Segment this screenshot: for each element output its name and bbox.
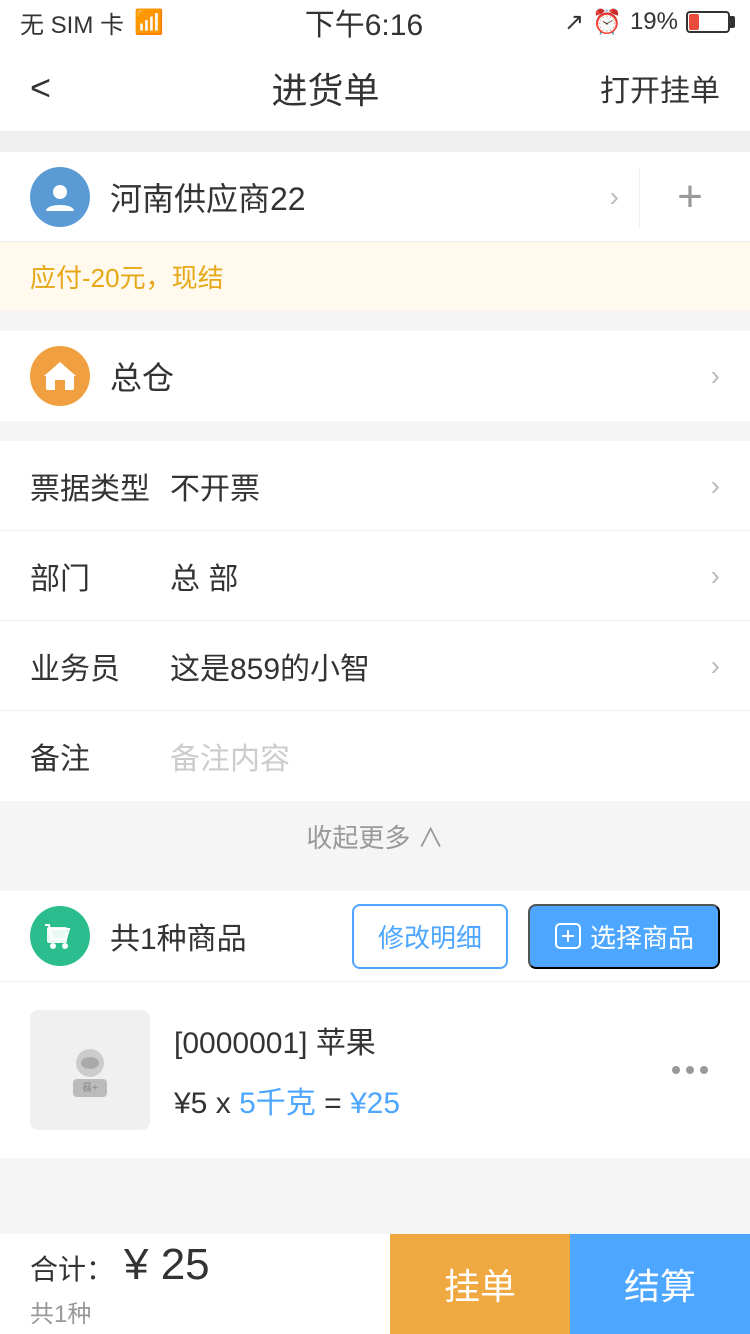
status-right: ↗ ⏰ 19% (564, 8, 730, 37)
total-label-row: 合计： ¥ 25 (30, 1240, 360, 1290)
open-hang-button[interactable]: 打开挂单 (600, 66, 720, 110)
remark-row[interactable]: 备注 备注内容 (0, 711, 750, 801)
invoice-type-row[interactable]: 票据类型 不开票 › (0, 441, 750, 531)
nav-bar: < 进货单 打开挂单 (0, 44, 750, 132)
total-text: 合计： (30, 1248, 114, 1288)
quantity: 5千克 (239, 1087, 316, 1120)
status-bar: 无 SIM 卡 📶 下午6:16 ↗ ⏰ 19% (0, 0, 750, 44)
invoice-label: 票据类型 (30, 464, 170, 508)
dot-1 (672, 1066, 680, 1074)
product-header: 共1种商品 修改明细 选择商品 (0, 891, 750, 981)
person-icon (42, 179, 78, 215)
select-product-icon (554, 922, 582, 950)
chevron-right-icon: › (610, 181, 619, 213)
section-gap-1 (0, 132, 750, 152)
battery-percent: 19% (630, 8, 678, 36)
warehouse-chevron-icon: › (711, 360, 720, 392)
select-product-label: 选择商品 (590, 918, 694, 955)
status-left: 无 SIM 卡 📶 (20, 5, 164, 40)
dept-value: 总 部 (170, 554, 711, 598)
multiply-sign: x (216, 1087, 239, 1120)
remark-label: 备注 (30, 734, 170, 778)
edit-detail-button[interactable]: 修改明细 (352, 904, 508, 969)
collapse-label: 收起更多 ∧ (306, 818, 443, 855)
dept-chevron-icon: › (711, 560, 720, 592)
checkout-button[interactable]: 结算 (570, 1234, 750, 1334)
carrier-text: 无 SIM 卡 (20, 5, 124, 40)
add-supplier-button[interactable]: + (660, 167, 720, 227)
equals-sign: = (324, 1087, 350, 1120)
staff-row[interactable]: 业务员 这是859的小智 › (0, 621, 750, 711)
location-icon: ↗ (564, 8, 584, 37)
product-info: [0000001] 苹果 ¥5 x 5千克 = ¥25 (174, 1018, 636, 1122)
item-total: ¥25 (350, 1087, 400, 1120)
remark-input[interactable]: 备注内容 (170, 734, 720, 778)
form-section: 票据类型 不开票 › 部门 总 部 › 业务员 这是859的小智 › 备注 备注… (0, 441, 750, 801)
product-count-label: 共1种商品 (110, 914, 332, 958)
invoice-value: 不开票 (170, 464, 711, 508)
bottom-bar: 合计： ¥ 25 共1种 挂单 结算 (0, 1234, 750, 1334)
hang-button[interactable]: 挂单 (390, 1234, 570, 1334)
time-display: 下午6:16 (305, 0, 423, 44)
warehouse-row[interactable]: 总仓 › (0, 331, 750, 421)
battery-icon (686, 11, 730, 33)
unit-price: ¥5 (174, 1087, 207, 1120)
invoice-chevron-icon: › (711, 470, 720, 502)
product-more-button[interactable] (660, 1050, 720, 1090)
dot-2 (686, 1066, 694, 1074)
supplier-divider (639, 167, 640, 227)
supplier-avatar (30, 167, 90, 227)
balance-note: 应付-20元，现结 (0, 242, 750, 311)
supplier-name: 河南供应商22 (110, 174, 610, 220)
svg-text:晷+: 晷+ (82, 1082, 98, 1094)
product-image-placeholder: 晷+ (55, 1035, 125, 1105)
total-section: 合计： ¥ 25 共1种 (0, 1234, 390, 1334)
staff-value: 这是859的小智 (170, 644, 711, 688)
dept-label: 部门 (30, 554, 170, 598)
alarm-icon: ⏰ (592, 8, 622, 37)
supplier-row[interactable]: 河南供应商22 › + (0, 152, 750, 242)
page-title: 进货单 (272, 62, 380, 114)
select-product-button[interactable]: 选择商品 (528, 904, 720, 969)
total-sub-label: 共1种 (30, 1294, 360, 1329)
product-thumbnail: 晷+ (30, 1010, 150, 1130)
cart-icon-wrap (30, 906, 90, 966)
staff-label: 业务员 (30, 644, 170, 688)
product-item: 晷+ [0000001] 苹果 ¥5 x 5千克 = ¥25 (0, 981, 750, 1158)
battery-fill (689, 14, 699, 30)
total-amount: ¥ 25 (124, 1240, 210, 1290)
warehouse-icon (42, 358, 78, 394)
dot-3 (700, 1066, 708, 1074)
warehouse-icon-wrap (30, 346, 90, 406)
warehouse-name: 总仓 (110, 353, 711, 399)
collapse-row[interactable]: 收起更多 ∧ (0, 801, 750, 871)
more-dots-icon (672, 1066, 708, 1074)
product-code: [0000001] (174, 1027, 307, 1060)
wifi-icon: 📶 (134, 8, 164, 37)
cart-icon (43, 919, 77, 953)
dept-row[interactable]: 部门 总 部 › (0, 531, 750, 621)
product-name: [0000001] 苹果 (174, 1018, 636, 1062)
staff-chevron-icon: › (711, 650, 720, 682)
back-button[interactable]: < (30, 67, 51, 109)
product-title: 苹果 (316, 1027, 376, 1060)
product-price: ¥5 x 5千克 = ¥25 (174, 1078, 636, 1122)
